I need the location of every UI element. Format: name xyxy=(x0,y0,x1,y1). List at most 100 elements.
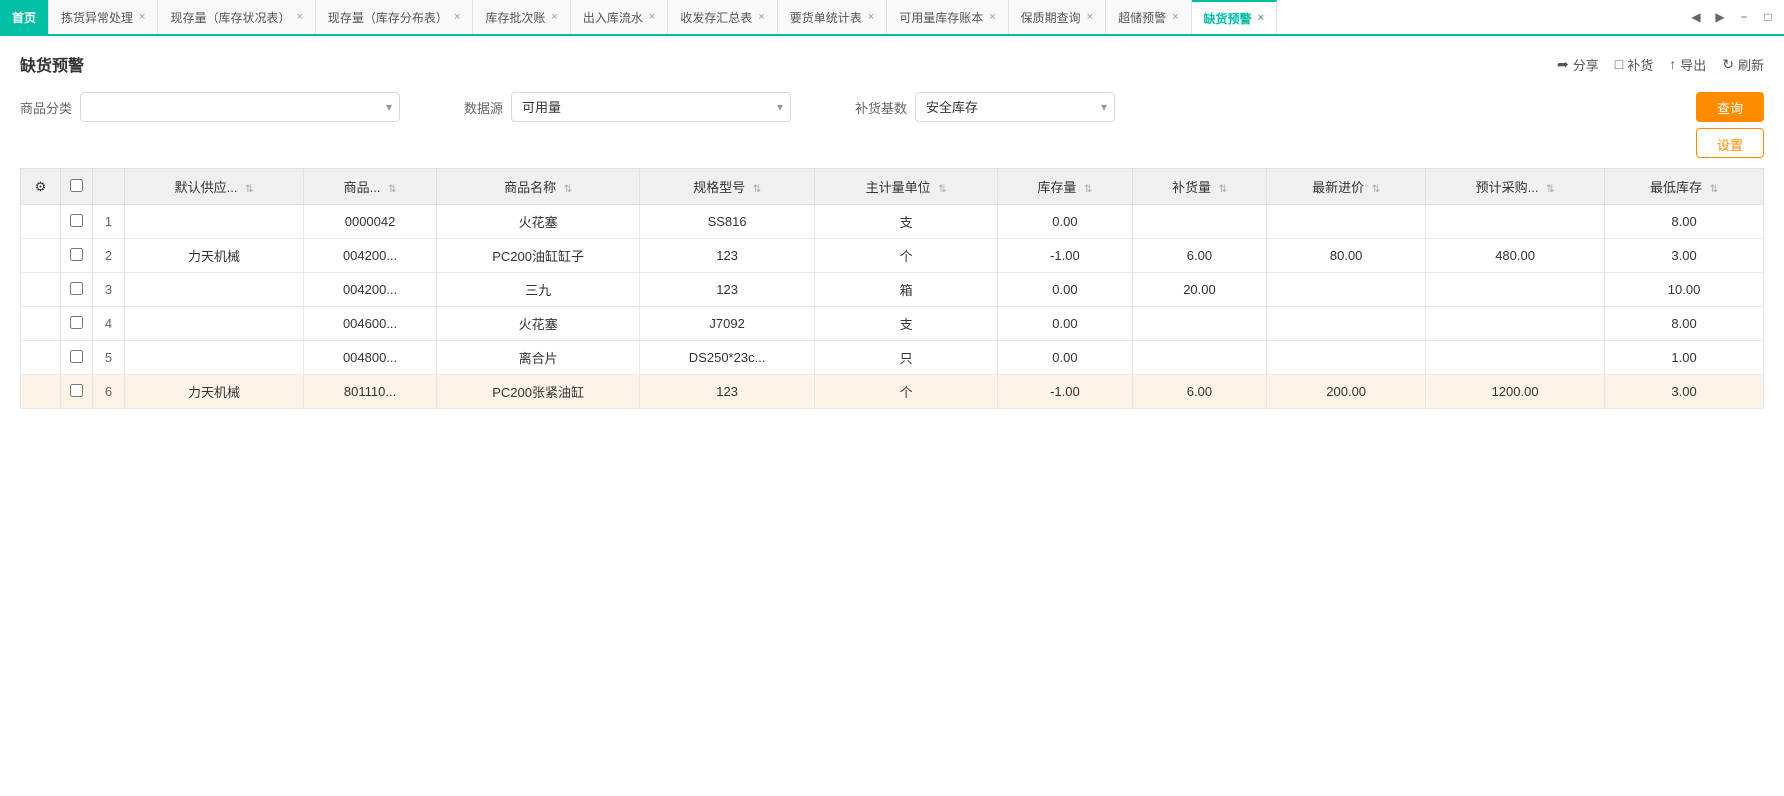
row-latest-price xyxy=(1267,341,1426,375)
tab-close-icon[interactable]: × xyxy=(296,11,302,23)
tab-close-icon[interactable]: × xyxy=(1172,11,1178,23)
tab-close-icon[interactable]: × xyxy=(1258,12,1264,24)
row-checkbox-cell xyxy=(61,375,93,409)
sort-supplier-icon: ⇅ xyxy=(245,184,253,195)
category-select[interactable] xyxy=(80,92,400,122)
row-checkbox[interactable] xyxy=(70,384,83,397)
tab-close-icon[interactable]: × xyxy=(758,11,764,23)
col-gear[interactable]: ⚙ xyxy=(21,169,61,205)
filter-row-1: 商品分类 数据源 可用量 补货基数 xyxy=(20,92,1696,122)
row-code: 0000042 xyxy=(304,205,437,239)
tab-inout-flow[interactable]: 出入库流水 × xyxy=(571,0,668,35)
refresh-button[interactable]: ↻ 刷新 xyxy=(1722,55,1764,74)
tab-close-icon[interactable]: × xyxy=(989,11,995,23)
tab-label: 现存量（库存状况表） xyxy=(170,9,290,26)
tab-next-button[interactable]: ▶ xyxy=(1708,5,1732,29)
col-name[interactable]: 商品名称 ⇅ xyxy=(437,169,640,205)
row-latest-price xyxy=(1267,205,1426,239)
tab-nav-controls: ◀ ▶ − □ xyxy=(1680,5,1784,29)
share-button[interactable]: ➦ 分享 xyxy=(1557,55,1599,74)
col-code[interactable]: 商品... ⇅ xyxy=(304,169,437,205)
row-name: 火花塞 xyxy=(437,205,640,239)
export-button[interactable]: ↑ 导出 xyxy=(1669,55,1706,74)
tab-batch-account[interactable]: 库存批次账 × xyxy=(473,0,570,35)
row-replenish: 20.00 xyxy=(1132,273,1267,307)
col-stock[interactable]: 库存量 ⇅ xyxy=(998,169,1133,205)
export-icon: ↑ xyxy=(1669,56,1676,72)
col-replenish[interactable]: 补货量 ⇅ xyxy=(1132,169,1267,205)
replenish-button[interactable]: □ 补货 xyxy=(1615,55,1653,74)
row-stock: 0.00 xyxy=(998,341,1133,375)
row-latest-price xyxy=(1267,273,1426,307)
refresh-icon: ↻ xyxy=(1722,56,1734,73)
col-stock-label: 库存量 xyxy=(1037,180,1076,195)
row-spec: 123 xyxy=(640,273,815,307)
tab-inventory-dist[interactable]: 现存量（库存分布表） × xyxy=(316,0,473,35)
select-all-checkbox[interactable] xyxy=(70,179,83,192)
row-checkbox[interactable] xyxy=(70,248,83,261)
row-name: 三九 xyxy=(437,273,640,307)
tab-shortage[interactable]: 缺货预警 × xyxy=(1192,0,1277,36)
row-checkbox-cell xyxy=(61,239,93,273)
row-checkbox[interactable] xyxy=(70,214,83,227)
col-min-stock[interactable]: 最低库存 ⇅ xyxy=(1605,169,1764,205)
tab-label: 库存批次账 xyxy=(485,9,545,26)
category-filter-group: 商品分类 xyxy=(20,92,400,122)
row-checkbox[interactable] xyxy=(70,350,83,363)
tab-close-icon[interactable]: × xyxy=(551,11,557,23)
row-replenish xyxy=(1132,307,1267,341)
row-index: 6 xyxy=(93,375,125,409)
tab-expiry-query[interactable]: 保质期查询 × xyxy=(1009,0,1106,35)
replenish-base-select[interactable]: 安全库存 xyxy=(915,92,1115,122)
tab-close-icon[interactable]: × xyxy=(1087,11,1093,23)
row-gear-cell xyxy=(21,273,61,307)
tab-overstock[interactable]: 超储预警 × xyxy=(1106,0,1191,35)
row-checkbox[interactable] xyxy=(70,316,83,329)
row-min-stock: 8.00 xyxy=(1605,307,1764,341)
replenish-base-select-wrapper: 安全库存 xyxy=(915,92,1115,122)
row-estimated-purchase: 480.00 xyxy=(1426,239,1605,273)
row-min-stock: 3.00 xyxy=(1605,375,1764,409)
row-index: 5 xyxy=(93,341,125,375)
row-checkbox[interactable] xyxy=(70,282,83,295)
tab-inventory-status[interactable]: 现存量（库存状况表） × xyxy=(158,0,315,35)
tab-defect-handling[interactable]: 拣货异常处理 × xyxy=(49,0,158,35)
row-supplier: 力天机械 xyxy=(125,375,304,409)
datasource-select[interactable]: 可用量 xyxy=(511,92,791,122)
tab-close-icon[interactable]: × xyxy=(649,11,655,23)
header-actions: ➦ 分享 □ 补货 ↑ 导出 ↻ 刷新 xyxy=(1557,55,1764,74)
tab-minimize-button[interactable]: − xyxy=(1732,5,1756,29)
tab-close-icon[interactable]: × xyxy=(868,11,874,23)
row-gear-cell xyxy=(21,239,61,273)
table-row: 6 力天机械 801110... PC200张紧油缸 123 个 -1.00 6… xyxy=(21,375,1764,409)
sort-min-stock-icon: ⇅ xyxy=(1710,184,1718,195)
col-estimated-purchase[interactable]: 预计采购... ⇅ xyxy=(1426,169,1605,205)
col-spec[interactable]: 规格型号 ⇅ xyxy=(640,169,815,205)
datasource-label: 数据源 xyxy=(464,98,503,117)
row-spec: 123 xyxy=(640,375,815,409)
tab-prev-button[interactable]: ◀ xyxy=(1684,5,1708,29)
settings-button[interactable]: 设置 xyxy=(1696,128,1764,158)
row-name: 火花塞 xyxy=(437,307,640,341)
row-stock: 0.00 xyxy=(998,307,1133,341)
row-unit: 支 xyxy=(815,307,998,341)
tab-label: 缺货预警 xyxy=(1204,10,1252,27)
col-unit[interactable]: 主计量单位 ⇅ xyxy=(815,169,998,205)
table-header-row: ⚙ 默认供应... ⇅ 商品... ⇅ 商品名称 ⇅ 规格 xyxy=(21,169,1764,205)
tab-collect-summary[interactable]: 收发存汇总表 × xyxy=(668,0,777,35)
replenish-label: 补货 xyxy=(1627,55,1653,74)
tab-close-icon[interactable]: × xyxy=(454,11,460,23)
row-unit: 箱 xyxy=(815,273,998,307)
row-estimated-purchase: 1200.00 xyxy=(1426,375,1605,409)
query-button[interactable]: 查询 xyxy=(1696,92,1764,122)
tab-label: 出入库流水 xyxy=(583,9,643,26)
col-supplier[interactable]: 默认供应... ⇅ xyxy=(125,169,304,205)
tab-order-stat[interactable]: 要货单统计表 × xyxy=(778,0,887,35)
row-code: 004200... xyxy=(304,273,437,307)
tab-maximize-button[interactable]: □ xyxy=(1756,5,1780,29)
tab-close-icon[interactable]: × xyxy=(139,11,145,23)
tab-available-ledger[interactable]: 可用量库存账本 × xyxy=(887,0,1008,35)
tab-home[interactable]: 首页 xyxy=(0,0,49,35)
col-name-label: 商品名称 xyxy=(504,180,556,195)
col-latest-price[interactable]: 最新进价 ⇅ xyxy=(1267,169,1426,205)
